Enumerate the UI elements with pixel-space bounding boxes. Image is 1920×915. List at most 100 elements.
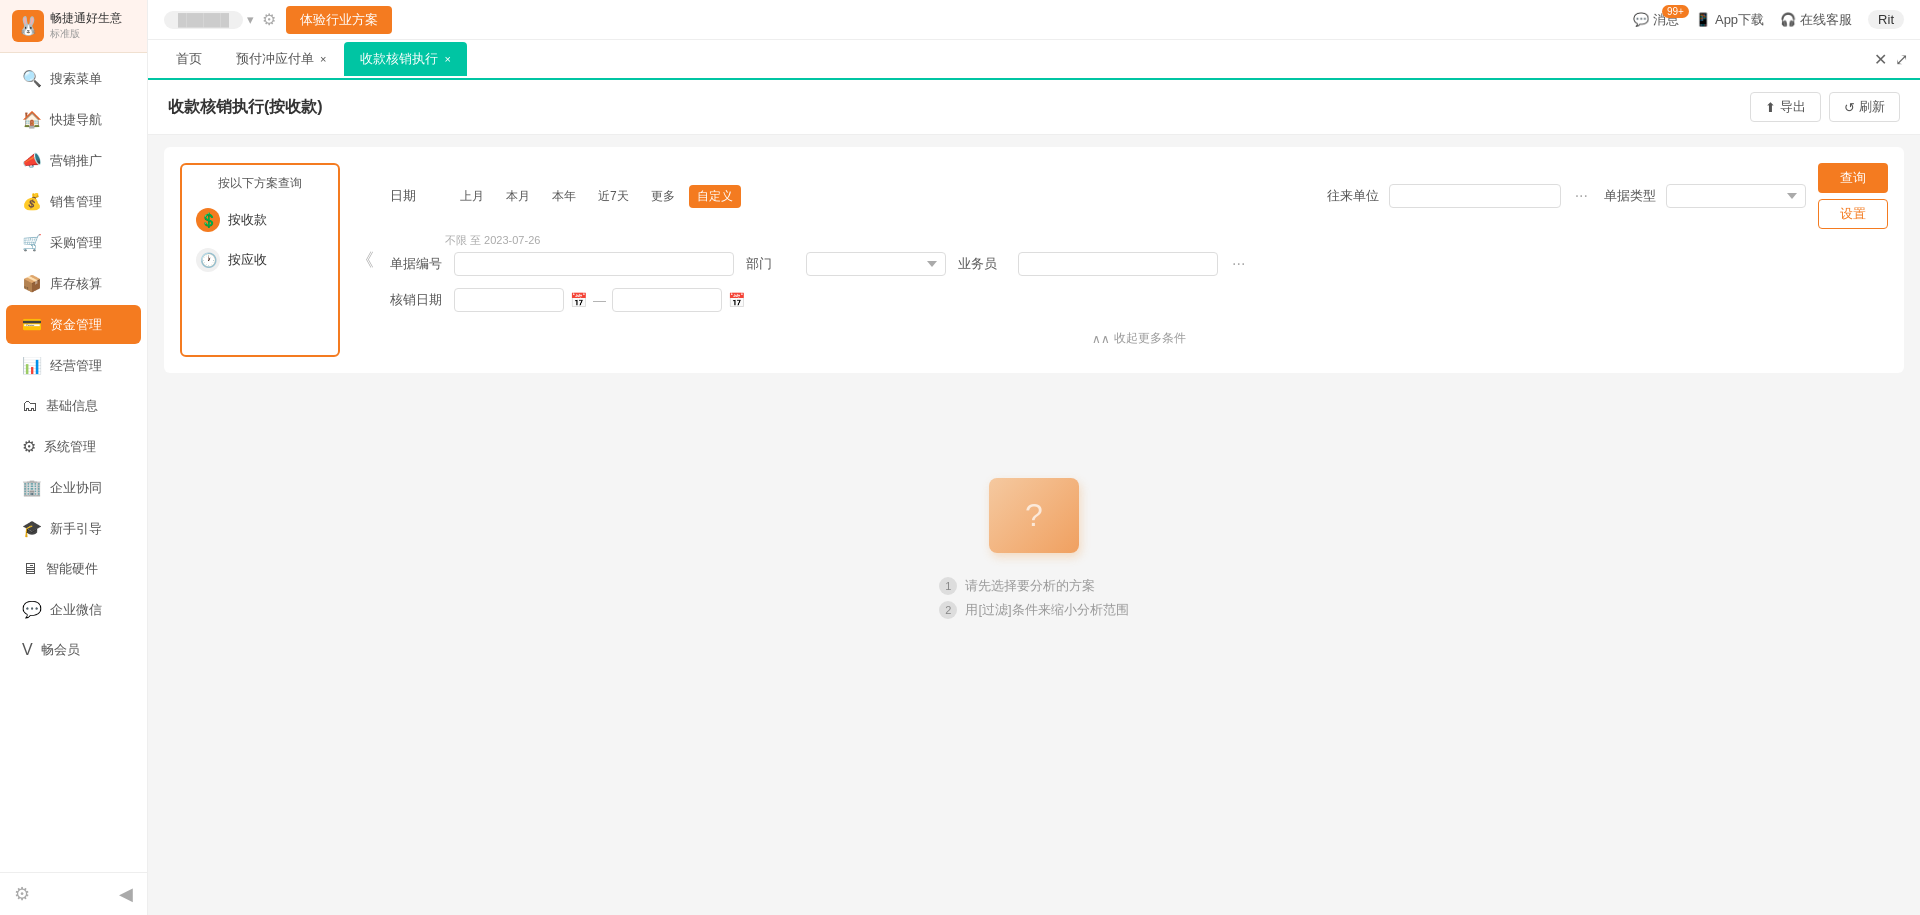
filter-panel: 按以下方案查询 💲 按收款 🕐 按应收 《 日期 上月 本月 — [164, 147, 1904, 373]
dropdown-icon[interactable]: ▾ — [247, 12, 254, 27]
app-download-label: App下载 — [1715, 11, 1764, 29]
settings-icon-top[interactable]: ⚙ — [262, 10, 276, 29]
setting-btn[interactable]: 设置 — [1818, 199, 1888, 229]
writeoff-end-input[interactable]: 2023-07-21 — [612, 288, 722, 312]
sidebar-label-quicknav: 快捷导航 — [50, 111, 102, 129]
last-7-days-btn[interactable]: 近7天 — [590, 185, 637, 208]
user-name-display: ██████ — [164, 11, 243, 29]
tab-prepay[interactable]: 预付冲应付单 × — [220, 42, 342, 76]
this-year-btn[interactable]: 本年 — [544, 185, 584, 208]
close-all-tabs-btn[interactable]: ✕ — [1874, 50, 1887, 69]
sidebar-label-basic: 基础信息 — [46, 397, 98, 415]
this-month-btn[interactable]: 本月 — [498, 185, 538, 208]
by-receipt-label: 按收款 — [228, 211, 267, 229]
inventory-icon: 📦 — [22, 274, 42, 293]
search-icon: 🔍 — [22, 69, 42, 88]
operation-icon: 📊 — [22, 356, 42, 375]
filter-fields: 日期 上月 本月 本年 近7天 更多 自定义 往来单位 ··· — [390, 163, 1888, 357]
collapse-icon[interactable]: ◀ — [119, 883, 133, 905]
collapse-more-btn[interactable]: ∧∧ 收起更多条件 — [390, 324, 1888, 353]
sidebar-item-inventory[interactable]: 📦库存核算 — [6, 264, 141, 303]
custom-btn[interactable]: 自定义 — [689, 185, 741, 208]
maximize-btn[interactable]: ⤢ — [1895, 50, 1908, 69]
tab-close-receipt[interactable]: × — [444, 53, 450, 65]
empty-state: 1 请先选择要分析的方案 2 用[过滤]条件来缩小分析范围 — [148, 385, 1920, 699]
refresh-btn[interactable]: ↺ 刷新 — [1829, 92, 1900, 122]
sidebar-item-search[interactable]: 🔍 搜索菜单 — [6, 59, 141, 98]
main-content: ██████ ▾ ⚙ 体验行业方案 💬 消息 99+ 📱 App下载 🎧 在线客… — [148, 0, 1920, 915]
voucher-no-input[interactable] — [454, 252, 734, 276]
tab-receipt[interactable]: 收款核销执行× — [344, 42, 466, 76]
sidebar-menu: 🔍 搜索菜单 🏠 快捷导航 📣营销推广💰销售管理🛒采购管理📦库存核算💳资金管理📊经营管理… — [0, 53, 147, 872]
solution-btn[interactable]: 体验行业方案 — [286, 6, 392, 34]
sidebar-item-enterprise[interactable]: 🏢企业协同 — [6, 468, 141, 507]
more-btn[interactable]: 更多 — [643, 185, 683, 208]
voucher-type-select[interactable] — [1666, 184, 1806, 208]
counterpart-input[interactable] — [1389, 184, 1561, 208]
settings-icon[interactable]: ⚙ — [14, 883, 30, 905]
voucher-no-label: 单据编号 — [390, 255, 442, 273]
sidebar-label-finance: 资金管理 — [50, 316, 102, 334]
sidebar-item-quicknav[interactable]: 🏠 快捷导航 — [6, 100, 141, 139]
system-icon: ⚙ — [22, 437, 36, 456]
sidebar-item-member[interactable]: V畅会员 — [6, 631, 141, 669]
sidebar-label-purchase: 采购管理 — [50, 234, 102, 252]
page-header-actions: ⬆ 导出 ↺ 刷新 — [1750, 92, 1900, 122]
logo-title: 畅捷通好生意 — [50, 11, 122, 27]
sidebar-item-hardware[interactable]: 🖥智能硬件 — [6, 550, 141, 588]
empty-hint-1: 1 请先选择要分析的方案 — [939, 577, 1128, 595]
basic-icon: 🗂 — [22, 397, 38, 415]
hint-num-1: 1 — [939, 577, 957, 595]
filter-scheme-title: 按以下方案查询 — [182, 175, 338, 192]
header-left: ██████ ▾ ⚙ 体验行业方案 — [164, 6, 392, 34]
sidebar-label-system: 系统管理 — [44, 438, 96, 456]
online-service[interactable]: 🎧 在线客服 — [1780, 11, 1852, 29]
dept-field: 部门 — [746, 252, 946, 276]
calendar-end-icon[interactable]: 📅 — [728, 292, 745, 308]
sidebar-item-basic[interactable]: 🗂 基础信息 — [6, 387, 141, 425]
calendar-start-icon[interactable]: 📅 — [570, 292, 587, 308]
sidebar-item-finance[interactable]: 💳资金管理 — [6, 305, 141, 344]
empty-box — [989, 478, 1079, 553]
query-btn[interactable]: 查询 — [1818, 163, 1888, 193]
messages-area[interactable]: 💬 消息 99+ — [1633, 11, 1679, 29]
sidebar-item-guide[interactable]: 🎓新手引导 — [6, 509, 141, 548]
by-receivable-label: 按应收 — [228, 251, 267, 269]
export-btn[interactable]: ⬆ 导出 — [1750, 92, 1821, 122]
tab-home[interactable]: 首页 — [160, 42, 218, 76]
tab-close-prepay[interactable]: × — [320, 53, 326, 65]
by-receivable-icon: 🕐 — [196, 248, 220, 272]
date-label: 日期 — [390, 187, 440, 205]
dept-select[interactable] — [806, 252, 946, 276]
sidebar-label-search: 搜索菜单 — [50, 70, 102, 88]
sidebar-item-wechat[interactable]: 💬企业微信 — [6, 590, 141, 629]
current-user[interactable]: Rit — [1868, 10, 1904, 29]
filter-collapse-arrow[interactable]: 《 — [352, 163, 378, 357]
staff-input[interactable] — [1018, 252, 1218, 276]
writeoff-start-input[interactable]: 2023-03-01 — [454, 288, 564, 312]
counterpart-more-icon[interactable]: ··· — [1571, 187, 1592, 205]
quicknav-icon: 🏠 — [22, 110, 42, 129]
sidebar-item-sales[interactable]: 💰销售管理 — [6, 182, 141, 221]
tab-label-prepay: 预付冲应付单 — [236, 50, 314, 68]
filter-option-by-receipt[interactable]: 💲 按收款 — [182, 200, 338, 240]
counterpart-field: 往来单位 ··· — [1327, 184, 1592, 208]
filter-option-by-receivable[interactable]: 🕐 按应收 — [182, 240, 338, 280]
app-download[interactable]: 📱 App下载 — [1695, 11, 1764, 29]
empty-illustration — [974, 465, 1094, 565]
collapse-up-icon: ∧∧ — [1092, 332, 1110, 346]
sidebar-item-marketing[interactable]: 📣营销推广 — [6, 141, 141, 180]
staff-more-icon[interactable]: ··· — [1228, 255, 1249, 273]
sidebar-label-member: 畅会员 — [41, 641, 80, 659]
collapse-more-label: 收起更多条件 — [1114, 330, 1186, 347]
staff-field: 业务员 ··· — [958, 252, 1249, 276]
sidebar-item-purchase[interactable]: 🛒采购管理 — [6, 223, 141, 262]
sidebar: 🐰 畅捷通好生意 标准版 🔍搜索菜单🏠快捷导航📣营销推广💰销售管理🛒采购管理📦库… — [0, 0, 148, 915]
counterpart-label: 往来单位 — [1327, 187, 1379, 205]
writeoff-date-label: 核销日期 — [390, 291, 442, 309]
sidebar-item-operation[interactable]: 📊经营管理 — [6, 346, 141, 385]
page-header: 收款核销执行(按收款) ⬆ 导出 ↺ 刷新 — [148, 80, 1920, 135]
sidebar-item-system[interactable]: ⚙ 系统管理 — [6, 427, 141, 466]
sidebar-label-wechat: 企业微信 — [50, 601, 102, 619]
last-month-btn[interactable]: 上月 — [452, 185, 492, 208]
